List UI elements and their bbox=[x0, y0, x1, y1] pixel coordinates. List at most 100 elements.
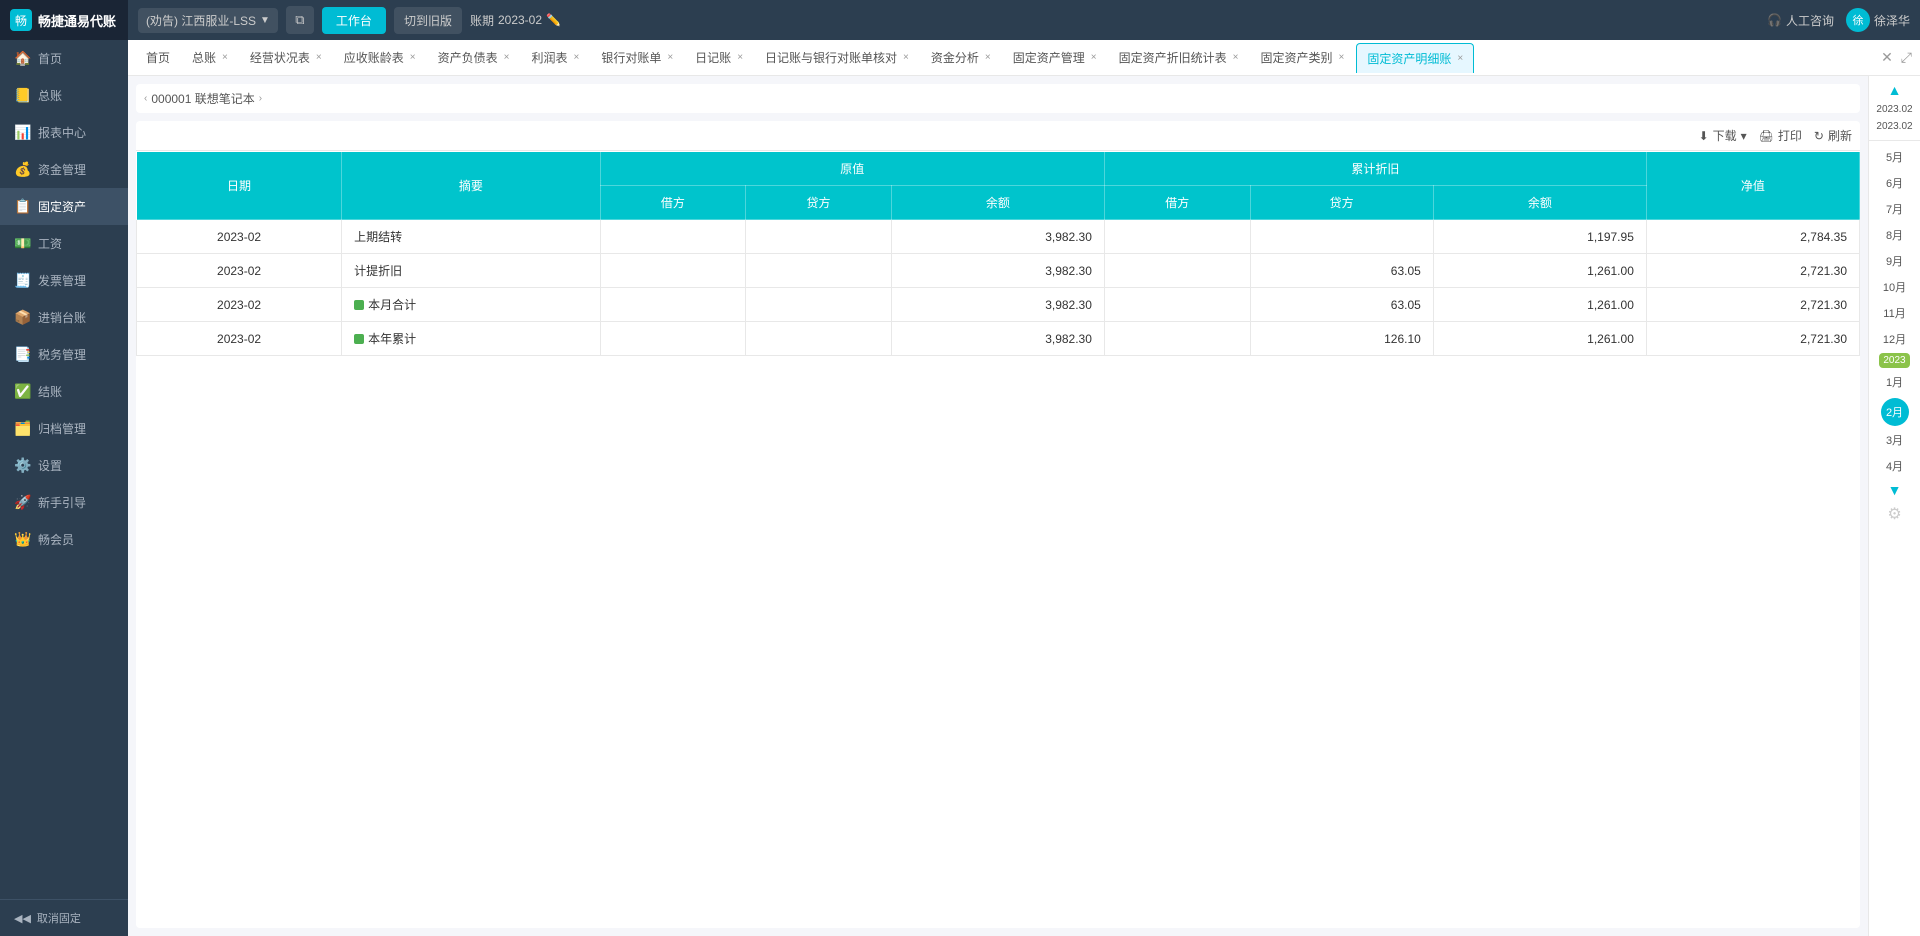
tab-bank-statement[interactable]: 银行对账单× bbox=[591, 43, 683, 72]
tab-close-fixed-mgmt[interactable]: × bbox=[1091, 52, 1097, 63]
sidebar-item-home[interactable]: 🏠 首页 bbox=[0, 40, 128, 77]
tab-label-fund-analysis: 资金分析 bbox=[931, 49, 979, 66]
tab-profit[interactable]: 利润表× bbox=[521, 43, 589, 72]
human-service-button[interactable]: 🎧 人工咨询 bbox=[1767, 12, 1834, 29]
cell-dep-balance: 1,197.95 bbox=[1433, 220, 1646, 254]
tab-close-biz-status[interactable]: × bbox=[316, 52, 322, 63]
sidebar-item-invoice[interactable]: 🧾 发票管理 bbox=[0, 262, 128, 299]
ledger-nav-icon: 📒 bbox=[14, 87, 30, 104]
tab-label-bank-check: 日记账与银行对账单核对 bbox=[765, 49, 897, 66]
period-2023-4月[interactable]: 4月 bbox=[1873, 454, 1917, 478]
tab-close-ledger[interactable]: × bbox=[222, 52, 228, 63]
cell-net-value: 2,721.30 bbox=[1646, 254, 1859, 288]
tab-close-bank-check[interactable]: × bbox=[903, 52, 909, 63]
tab-close-journal[interactable]: × bbox=[737, 52, 743, 63]
user-profile[interactable]: 徐 徐泽华 bbox=[1846, 8, 1910, 32]
cell-net-value: 2,721.30 bbox=[1646, 322, 1859, 356]
sidebar-item-archive[interactable]: 🗂️ 归档管理 bbox=[0, 410, 128, 447]
tab-fixed-detail[interactable]: 固定资产明细账× bbox=[1356, 43, 1474, 73]
tabbar-controls: ✕ ⤢ bbox=[1881, 49, 1912, 66]
cell-date: 2023-02 bbox=[137, 254, 342, 288]
workbench-button[interactable]: 工作台 bbox=[322, 7, 386, 34]
invoice-nav-icon: 🧾 bbox=[14, 272, 30, 289]
sidebar-item-ledger[interactable]: 📒 总账 bbox=[0, 77, 128, 114]
cell-dep-balance: 1,261.00 bbox=[1433, 254, 1646, 288]
sidebar-item-guide[interactable]: 🚀 新手引导 bbox=[0, 484, 128, 521]
right-sidebar-settings-icon[interactable]: ⚙ bbox=[1887, 504, 1901, 524]
period-2022-7月[interactable]: 7月 bbox=[1873, 197, 1917, 221]
tab-bank-check[interactable]: 日记账与银行对账单核对 × bbox=[755, 43, 919, 72]
reports-nav-icon: 📊 bbox=[14, 124, 30, 141]
tab-home[interactable]: 首页 bbox=[136, 43, 180, 72]
tab-label-home: 首页 bbox=[146, 49, 170, 66]
tab-fixed-mgmt[interactable]: 固定资产管理× bbox=[1003, 43, 1107, 72]
period-2022-9月[interactable]: 9月 bbox=[1873, 249, 1917, 273]
unpin-button[interactable]: ◀◀ 取消固定 bbox=[0, 899, 128, 936]
refresh-button[interactable]: ↻ 刷新 bbox=[1814, 127, 1852, 144]
tab-close-bank-statement[interactable]: × bbox=[667, 52, 673, 63]
sidebar-item-funds[interactable]: 💰 资金管理 bbox=[0, 151, 128, 188]
tab-depreciation-stats[interactable]: 固定资产折旧统计表× bbox=[1109, 43, 1249, 72]
tab-close-fixed-category[interactable]: × bbox=[1338, 52, 1344, 63]
download-button[interactable]: ⬇ 下载 ▾ bbox=[1699, 127, 1747, 144]
cell-date: 2023-02 bbox=[137, 322, 342, 356]
tab-balance[interactable]: 资产负债表× bbox=[428, 43, 520, 72]
sidebar-item-member[interactable]: 👑 畅会员 bbox=[0, 521, 128, 558]
cell-summary: 本年累计 bbox=[342, 322, 601, 356]
period-year-tag: 2023 bbox=[1879, 353, 1909, 368]
unpin-label: 取消固定 bbox=[37, 910, 81, 926]
tab-close-receivable[interactable]: × bbox=[410, 52, 416, 63]
period-2023-1月[interactable]: 1月 bbox=[1873, 370, 1917, 394]
scroll-up-icon[interactable]: ▲ bbox=[1886, 80, 1904, 100]
tab-close-all-icon[interactable]: ✕ bbox=[1881, 49, 1893, 66]
tab-close-profit[interactable]: × bbox=[573, 52, 579, 63]
pin-icon: ◀◀ bbox=[14, 912, 31, 925]
purchase-sales-nav-icon: 📦 bbox=[14, 309, 30, 326]
breadcrumb-next-icon[interactable]: › bbox=[259, 93, 262, 104]
cell-orig-debit bbox=[600, 288, 746, 322]
tab-fixed-category[interactable]: 固定资产类别× bbox=[1250, 43, 1354, 72]
avatar: 徐 bbox=[1846, 8, 1870, 32]
tag-dot bbox=[354, 334, 364, 344]
tab-fund-analysis[interactable]: 资金分析 × bbox=[921, 43, 1001, 72]
sidebar-item-reports[interactable]: 📊 报表中心 bbox=[0, 114, 128, 151]
tab-close-depreciation-stats[interactable]: × bbox=[1233, 52, 1239, 63]
th-dep-credit: 贷方 bbox=[1250, 186, 1433, 220]
company-selector[interactable]: (劝告) 江西服业-LSS ▼ bbox=[138, 8, 278, 33]
sidebar-item-settings[interactable]: ⚙️ 设置 bbox=[0, 447, 128, 484]
period-2022-8月[interactable]: 8月 bbox=[1873, 223, 1917, 247]
period-2022-10月[interactable]: 10月 bbox=[1873, 275, 1917, 299]
period-2022-6月[interactable]: 6月 bbox=[1873, 171, 1917, 195]
human-service-label: 人工咨询 bbox=[1786, 12, 1834, 29]
tab-maximize-icon[interactable]: ⤢ bbox=[1901, 49, 1912, 66]
tab-close-fund-analysis[interactable]: × bbox=[985, 52, 991, 63]
tab-receivable[interactable]: 应收账龄表× bbox=[334, 43, 426, 72]
sidebar-item-tax[interactable]: 📑 税务管理 bbox=[0, 336, 128, 373]
sidebar-item-settlement[interactable]: ✅ 结账 bbox=[0, 373, 128, 410]
period-2023-3月[interactable]: 3月 bbox=[1873, 428, 1917, 452]
tabbar: 首页总账×经营状况表×应收账龄表×资产负债表×利润表×银行对账单×日记账×日记账… bbox=[128, 40, 1920, 76]
tag-dot bbox=[354, 300, 364, 310]
sidebar-item-fixed-assets[interactable]: 📋 固定资产 bbox=[0, 188, 128, 225]
tab-biz-status[interactable]: 经营状况表× bbox=[240, 43, 332, 72]
sidebar-item-purchase-sales[interactable]: 📦 进销台账 bbox=[0, 299, 128, 336]
th-orig-balance: 余额 bbox=[891, 186, 1104, 220]
settings-nav-label: 设置 bbox=[38, 457, 62, 474]
period-2022-11月[interactable]: 11月 bbox=[1873, 301, 1917, 325]
tab-journal[interactable]: 日记账× bbox=[685, 43, 753, 72]
tab-close-balance[interactable]: × bbox=[504, 52, 510, 63]
print-button[interactable]: 🖨 打印 bbox=[1759, 127, 1802, 144]
breadcrumb-item: 000001 联想笔记本 bbox=[151, 90, 254, 107]
period-2022-12月[interactable]: 12月 bbox=[1873, 327, 1917, 351]
sidebar-item-payroll[interactable]: 💵 工资 bbox=[0, 225, 128, 262]
breadcrumb-prev-icon[interactable]: ‹ bbox=[144, 93, 147, 104]
copy-button[interactable]: ⧉ bbox=[286, 6, 314, 34]
table-wrapper: 日期 摘要 原值 累计折旧 净值 借方 贷方 余额 借方 bbox=[136, 151, 1860, 928]
scroll-down-icon[interactable]: ▼ bbox=[1886, 480, 1904, 500]
switch-version-button[interactable]: 切到旧版 bbox=[394, 7, 462, 34]
period-2022-5月[interactable]: 5月 bbox=[1873, 145, 1917, 169]
tab-close-fixed-detail[interactable]: × bbox=[1457, 53, 1463, 64]
period-edit-icon[interactable]: ✏️ bbox=[546, 13, 561, 27]
period-2023-2月[interactable]: 2月 bbox=[1881, 398, 1909, 426]
tab-ledger[interactable]: 总账× bbox=[182, 43, 238, 72]
